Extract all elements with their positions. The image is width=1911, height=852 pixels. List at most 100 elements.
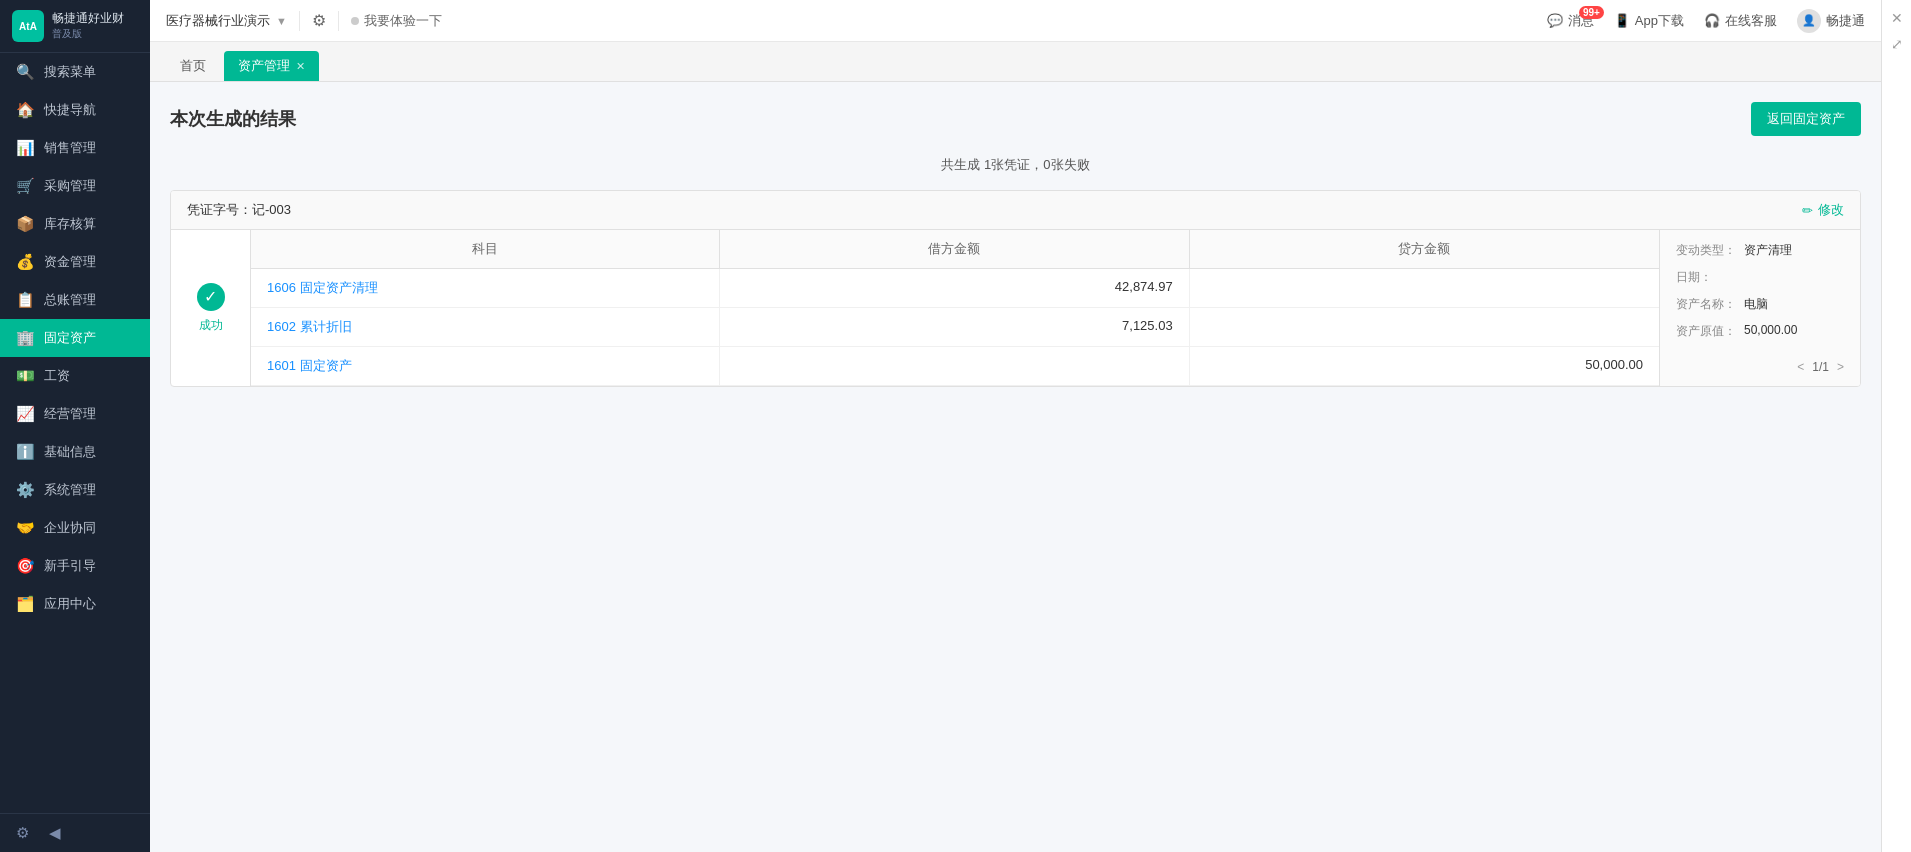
app-logo-text: 畅捷通好业财 普及版 (52, 11, 124, 41)
sidebar-item-system[interactable]: ⚙️ 系统管理 (0, 471, 150, 509)
table-row: 1602 累计折旧 7,125.03 (251, 308, 1659, 347)
avatar: 👤 (1797, 9, 1821, 33)
voucher-table: 科目 借方金额 贷方金额 1606 固定资产清理 42,874.97 1602 … (251, 230, 1660, 386)
app-download-label: App下载 (1635, 12, 1684, 30)
info-icon: ℹ️ (16, 443, 34, 461)
voucher-side-info: 变动类型： 资产清理 日期： 资产名称： 电脑 资产原值： 50,000.00 (1660, 230, 1860, 386)
sidebar-item-label: 经营管理 (44, 405, 96, 423)
sidebar-item-business[interactable]: 📈 经营管理 (0, 395, 150, 433)
sidebar-item-funds[interactable]: 💰 资金管理 (0, 243, 150, 281)
online-service-button[interactable]: 🎧 在线客服 (1704, 12, 1777, 30)
expand-panel-button[interactable]: ⤢ (1891, 36, 1903, 52)
result-summary: 共生成 1张凭证，0张失败 (170, 156, 1861, 174)
tab-home-label: 首页 (180, 57, 206, 75)
edit-button[interactable]: ✏ 修改 (1802, 201, 1844, 219)
sidebar-item-ledger[interactable]: 📋 总账管理 (0, 281, 150, 319)
row3-account: 1601 固定资产 (251, 347, 720, 385)
next-page-button[interactable]: > (1837, 360, 1844, 374)
change-type-value: 资产清理 (1744, 242, 1792, 259)
sidebar: AtA 畅捷通好业财 普及版 🔍 搜索菜单 🏠 快捷导航 📊 销售管理 🛒 采购… (0, 0, 150, 852)
voucher-header: 凭证字号：记-003 ✏ 修改 (171, 191, 1860, 230)
sidebar-item-label: 应用中心 (44, 595, 96, 613)
edit-label: 修改 (1818, 201, 1844, 219)
experience-button[interactable]: 我要体验一下 (351, 12, 442, 30)
user-profile[interactable]: 👤 畅捷通 (1797, 9, 1865, 33)
messages-button[interactable]: 💬 消息 99+ (1547, 12, 1594, 30)
dot-icon (351, 17, 359, 25)
sidebar-item-label: 新手引导 (44, 557, 96, 575)
tab-asset-mgmt[interactable]: 资产管理 ✕ (224, 51, 319, 81)
sidebar-footer: ⚙ ◀ (0, 813, 150, 852)
change-type-label: 变动类型： (1676, 242, 1736, 259)
phone-icon: 📱 (1614, 13, 1630, 28)
sidebar-item-basic[interactable]: ℹ️ 基础信息 (0, 433, 150, 471)
online-service-label: 在线客服 (1725, 12, 1777, 30)
right-panel: ✕ ⤢ (1881, 0, 1911, 852)
messages-badge: 99+ (1579, 6, 1604, 19)
cart-icon: 🛒 (16, 177, 34, 195)
tabbar: 首页 资产管理 ✕ (150, 42, 1881, 82)
row1-debit: 42,874.97 (720, 269, 1189, 307)
sidebar-item-label: 企业协同 (44, 519, 96, 537)
row3-credit: 50,000.00 (1190, 347, 1659, 385)
original-value-value: 50,000.00 (1744, 323, 1797, 340)
ledger-icon: 📋 (16, 291, 34, 309)
info-original-value: 资产原值： 50,000.00 (1676, 323, 1844, 340)
asset-name-value: 电脑 (1744, 296, 1768, 313)
prev-page-button[interactable]: < (1797, 360, 1804, 374)
main-area: 医疗器械行业演示 ▼ ⚙ 我要体验一下 💬 消息 99+ 📱 App下载 🎧 在… (150, 0, 1881, 852)
company-name: 医疗器械行业演示 (166, 12, 270, 30)
sidebar-item-label: 采购管理 (44, 177, 96, 195)
payroll-icon: 💵 (16, 367, 34, 385)
business-icon: 📈 (16, 405, 34, 423)
settings-icon[interactable]: ⚙ (312, 11, 326, 30)
chevron-down-icon: ▼ (276, 15, 287, 27)
tab-home[interactable]: 首页 (166, 51, 220, 81)
sidebar-item-label: 库存核算 (44, 215, 96, 233)
sidebar-item-search[interactable]: 🔍 搜索菜单 (0, 53, 150, 91)
sidebar-item-purchase[interactable]: 🛒 采购管理 (0, 167, 150, 205)
sidebar-item-appstore[interactable]: 🗂️ 应用中心 (0, 585, 150, 623)
content-area: 本次生成的结果 返回固定资产 共生成 1张凭证，0张失败 凭证字号：记-003 … (150, 82, 1881, 852)
collapse-icon[interactable]: ◀ (49, 824, 61, 842)
target-icon: 🎯 (16, 557, 34, 575)
sidebar-item-guide[interactable]: 🎯 新手引导 (0, 547, 150, 585)
row3-debit (720, 347, 1189, 385)
return-button[interactable]: 返回固定资产 (1751, 102, 1861, 136)
app-logo-icon: AtA (12, 10, 44, 42)
experience-label: 我要体验一下 (364, 12, 442, 30)
date-label: 日期： (1676, 269, 1712, 286)
col-account: 科目 (251, 230, 720, 268)
sidebar-item-label: 固定资产 (44, 329, 96, 347)
handshake-icon: 🤝 (16, 519, 34, 537)
close-icon[interactable]: ✕ (296, 60, 305, 73)
company-selector[interactable]: 医疗器械行业演示 ▼ (166, 12, 287, 30)
sidebar-item-label: 销售管理 (44, 139, 96, 157)
sidebar-item-label: 基础信息 (44, 443, 96, 461)
tab-asset-mgmt-label: 资产管理 (238, 57, 290, 75)
topbar-right: 💬 消息 99+ 📱 App下载 🎧 在线客服 👤 畅捷通 (1547, 9, 1865, 33)
appstore-icon: 🗂️ (16, 595, 34, 613)
page-header: 本次生成的结果 返回固定资产 (170, 102, 1861, 136)
app-download-button[interactable]: 📱 App下载 (1614, 12, 1684, 30)
asset-name-label: 资产名称： (1676, 296, 1736, 313)
search-icon: 🔍 (16, 63, 34, 81)
sidebar-item-payroll[interactable]: 💵 工资 (0, 357, 150, 395)
settings-icon[interactable]: ⚙ (16, 824, 29, 842)
sidebar-item-label: 资金管理 (44, 253, 96, 271)
box-icon: 📦 (16, 215, 34, 233)
sidebar-item-inventory[interactable]: 📦 库存核算 (0, 205, 150, 243)
sidebar-item-sales[interactable]: 📊 销售管理 (0, 129, 150, 167)
table-row: 1601 固定资产 50,000.00 (251, 347, 1659, 386)
sidebar-item-quicknav[interactable]: 🏠 快捷导航 (0, 91, 150, 129)
close-panel-button[interactable]: ✕ (1891, 10, 1903, 26)
building-icon: 🏢 (16, 329, 34, 347)
sidebar-item-fixed-assets[interactable]: 🏢 固定资产 (0, 319, 150, 357)
success-indicator: ✓ 成功 (171, 230, 251, 386)
success-text: 成功 (199, 317, 223, 334)
sidebar-item-enterprise[interactable]: 🤝 企业协同 (0, 509, 150, 547)
topbar-divider2 (338, 11, 339, 31)
message-icon: 💬 (1547, 13, 1563, 28)
table-header: 科目 借方金额 贷方金额 (251, 230, 1659, 269)
money-icon: 💰 (16, 253, 34, 271)
